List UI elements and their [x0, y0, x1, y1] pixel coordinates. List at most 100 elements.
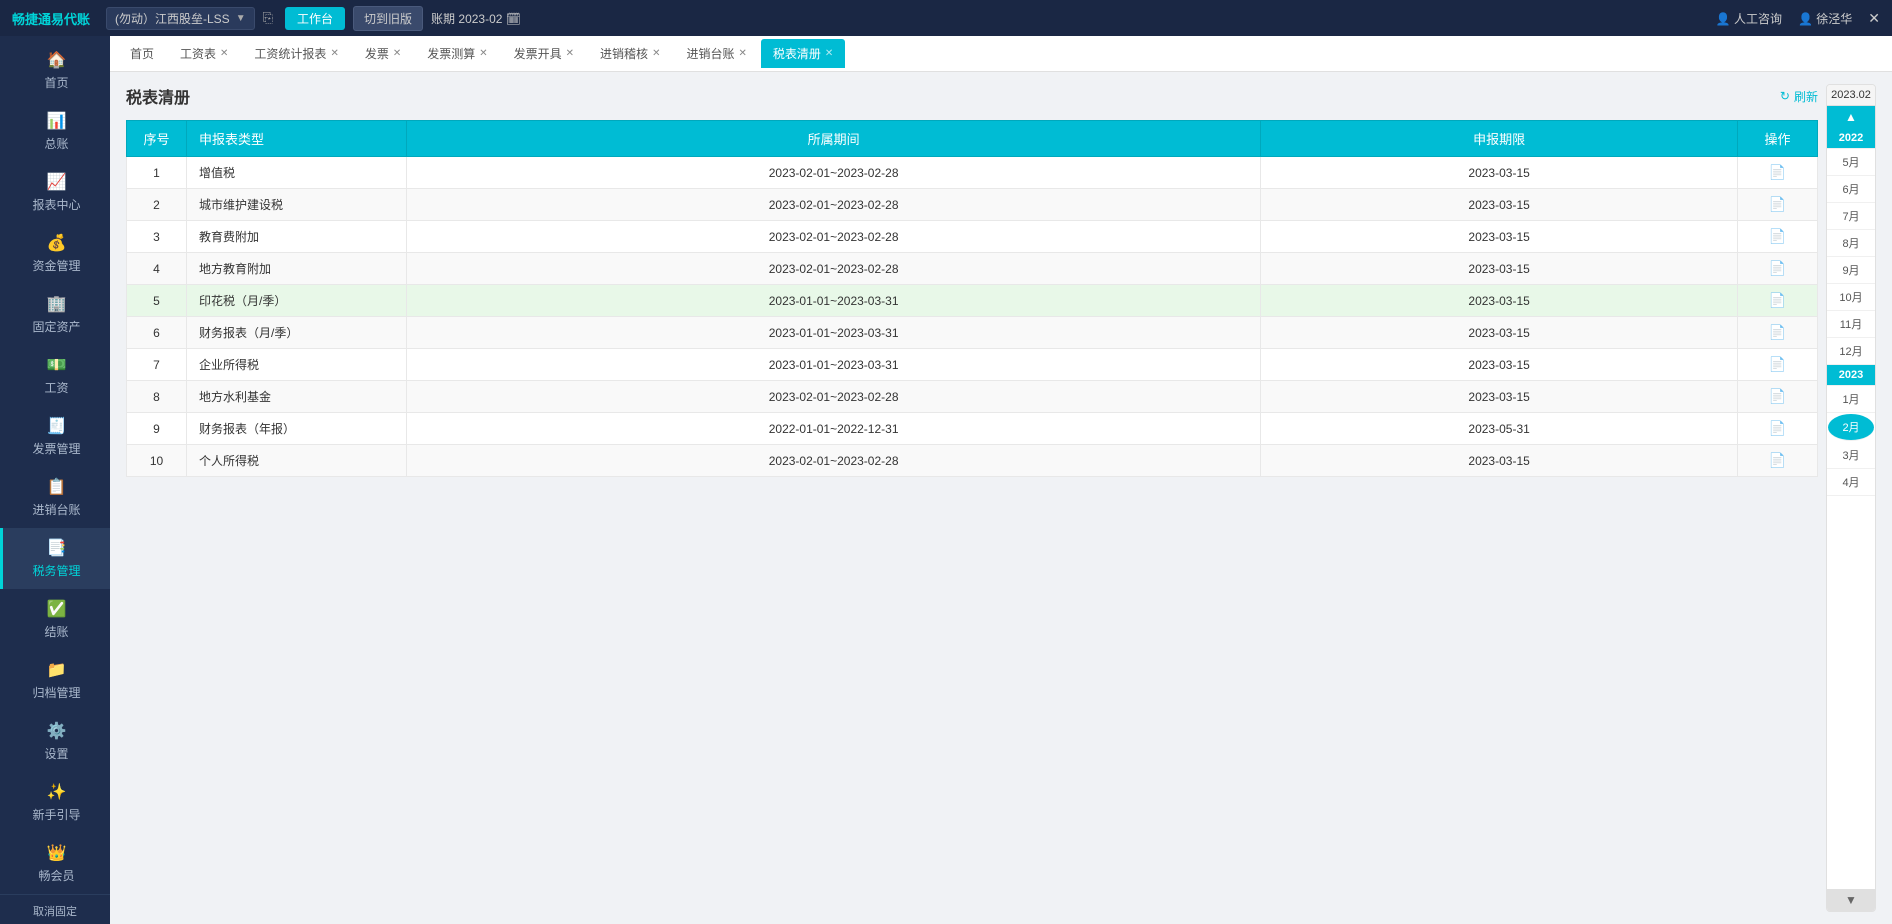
month-item[interactable]: 5月: [1827, 149, 1875, 176]
sidebar-item-tax-management[interactable]: 📑 税务管理: [0, 528, 110, 589]
tab-close-icon[interactable]: ✕: [738, 48, 746, 59]
home-icon: 🏠: [47, 50, 67, 70]
chevron-down-icon: ▼: [236, 13, 246, 24]
sidebar-item-settings[interactable]: ⚙️ 设置: [0, 711, 110, 772]
fixed-assets-icon: 🏢: [47, 294, 67, 314]
tab-close-icon[interactable]: ✕: [330, 48, 338, 59]
sidebar-item-fund-management[interactable]: 💰 资金管理: [0, 223, 110, 284]
month-item[interactable]: 4月: [1827, 469, 1875, 496]
cell-action[interactable]: 📄: [1738, 157, 1818, 189]
action-icon[interactable]: 📄: [1769, 452, 1786, 468]
sidebar-item-salary[interactable]: 💵 工资: [0, 345, 110, 406]
cell-action[interactable]: 📄: [1738, 349, 1818, 381]
sidebar-item-settlement[interactable]: ✅ 结账: [0, 589, 110, 650]
company-selector[interactable]: (勿动）江西股垒-LSS ▼: [106, 7, 255, 30]
sidebar-item-archive-management[interactable]: 📁 归档管理: [0, 650, 110, 711]
scroll-down-button[interactable]: ▼: [1827, 889, 1875, 911]
switch-old-button[interactable]: 切到旧版: [353, 6, 423, 31]
action-icon[interactable]: 📄: [1769, 388, 1786, 404]
tab-purchase-audit-label: 进销稽核: [600, 45, 648, 62]
month-item[interactable]: 12月: [1827, 338, 1875, 365]
user-service-link[interactable]: 👤 人工咨询: [1716, 10, 1782, 27]
cell-action[interactable]: 📄: [1738, 445, 1818, 477]
sidebar-item-member[interactable]: 👑 畅会员: [0, 833, 110, 894]
cell-type: 地方教育附加: [187, 253, 407, 285]
sidebar-item-general-ledger[interactable]: 📊 总账: [0, 101, 110, 162]
month-item[interactable]: 8月: [1827, 230, 1875, 257]
cell-action[interactable]: 📄: [1738, 317, 1818, 349]
cell-action[interactable]: 📄: [1738, 221, 1818, 253]
tab-purchase-audit[interactable]: 进销稽核 ✕: [588, 39, 672, 68]
tab-salary-stats[interactable]: 工资统计报表 ✕: [242, 39, 350, 68]
action-icon[interactable]: 📄: [1769, 420, 1786, 436]
action-icon[interactable]: 📄: [1769, 324, 1786, 340]
tab-close-icon[interactable]: ✕: [479, 48, 487, 59]
main-layout: 🏠 首页 📊 总账 📈 报表中心 💰 资金管理 🏢 固定资产 💵 工资 🧾 发票…: [0, 36, 1892, 924]
page-content: 税表清册 ↻ 刷新 序号 申报表类型 所属期间 申报期限 操作: [110, 72, 1892, 924]
scroll-up-button[interactable]: ▲: [1827, 106, 1875, 128]
month-item[interactable]: 9月: [1827, 257, 1875, 284]
user-avatar[interactable]: 👤 徐泾华: [1798, 10, 1852, 27]
col-no: 序号: [127, 121, 187, 157]
month-item[interactable]: 3月: [1827, 442, 1875, 469]
month-item[interactable]: 1月: [1827, 386, 1875, 413]
cell-type: 地方水利基金: [187, 381, 407, 413]
table-row: 6 财务报表（月/季） 2023-01-01~2023-03-31 2023-0…: [127, 317, 1818, 349]
action-icon[interactable]: 📄: [1769, 164, 1786, 180]
cell-action[interactable]: 📄: [1738, 253, 1818, 285]
cell-action[interactable]: 📄: [1738, 381, 1818, 413]
sidebar-item-report-center[interactable]: 📈 报表中心: [0, 162, 110, 223]
month-item[interactable]: 11月: [1827, 311, 1875, 338]
action-icon[interactable]: 📄: [1769, 356, 1786, 372]
refresh-button[interactable]: ↻ 刷新: [1780, 88, 1818, 105]
action-icon[interactable]: 📄: [1769, 292, 1786, 308]
year-label[interactable]: 2023: [1827, 365, 1875, 386]
cell-no: 8: [127, 381, 187, 413]
tab-purchase-ledger[interactable]: 进销台账 ✕: [674, 39, 758, 68]
sidebar-item-label: 工资: [44, 379, 68, 396]
sidebar-item-home[interactable]: 🏠 首页: [0, 40, 110, 101]
cell-action[interactable]: 📄: [1738, 189, 1818, 221]
tab-close-icon[interactable]: ✕: [220, 48, 228, 59]
sidebar-item-purchase-sales[interactable]: 📋 进销台账: [0, 467, 110, 528]
cell-period: 2023-02-01~2023-02-28: [407, 157, 1261, 189]
cell-action[interactable]: 📄: [1738, 285, 1818, 317]
cell-period: 2023-02-01~2023-02-28: [407, 381, 1261, 413]
tab-home[interactable]: 首页: [118, 39, 166, 68]
month-item[interactable]: 2月: [1828, 414, 1874, 441]
sidebar-item-fixed-assets[interactable]: 🏢 固定资产: [0, 284, 110, 345]
month-item[interactable]: 6月: [1827, 176, 1875, 203]
sidebar-item-invoice-management[interactable]: 🧾 发票管理: [0, 406, 110, 467]
cell-no: 9: [127, 413, 187, 445]
tab-close-icon[interactable]: ✕: [393, 48, 401, 59]
tab-close-icon[interactable]: ✕: [566, 48, 574, 59]
sidebar-item-label: 归档管理: [32, 684, 80, 701]
cell-action[interactable]: 📄: [1738, 413, 1818, 445]
sidebar-item-label: 结账: [44, 623, 68, 640]
action-icon[interactable]: 📄: [1769, 260, 1786, 276]
month-item[interactable]: 7月: [1827, 203, 1875, 230]
workspace-button[interactable]: 工作台: [285, 7, 345, 30]
tab-tax-list[interactable]: 税表清册 ✕: [761, 39, 845, 68]
refresh-icon: ↻: [1780, 89, 1790, 103]
tab-invoice[interactable]: 发票 ✕: [353, 39, 413, 68]
cell-period: 2023-01-01~2023-03-31: [407, 285, 1261, 317]
tab-invoice-issue[interactable]: 发票开具 ✕: [502, 39, 586, 68]
month-item[interactable]: 10月: [1827, 284, 1875, 311]
cell-period: 2023-02-01~2023-02-28: [407, 445, 1261, 477]
action-icon[interactable]: 📄: [1769, 228, 1786, 244]
unpin-footer[interactable]: 取消固定: [0, 894, 110, 924]
table-row: 8 地方水利基金 2023-02-01~2023-02-28 2023-03-1…: [127, 381, 1818, 413]
sidebar-item-new-guide[interactable]: ✨ 新手引导: [0, 772, 110, 833]
tab-salary-table[interactable]: 工资表 ✕: [168, 39, 240, 68]
action-icon[interactable]: 📄: [1769, 196, 1786, 212]
tab-invoice-calc[interactable]: 发票测算 ✕: [415, 39, 499, 68]
year-label[interactable]: 2022: [1827, 128, 1875, 149]
close-icon[interactable]: ✕: [1868, 10, 1880, 27]
panel-header: 2023.02: [1827, 85, 1875, 106]
cell-no: 7: [127, 349, 187, 381]
tab-close-icon[interactable]: ✕: [652, 48, 660, 59]
cell-period: 2023-01-01~2023-03-31: [407, 349, 1261, 381]
table-row: 9 财务报表（年报） 2022-01-01~2022-12-31 2023-05…: [127, 413, 1818, 445]
tab-close-icon[interactable]: ✕: [825, 48, 833, 59]
